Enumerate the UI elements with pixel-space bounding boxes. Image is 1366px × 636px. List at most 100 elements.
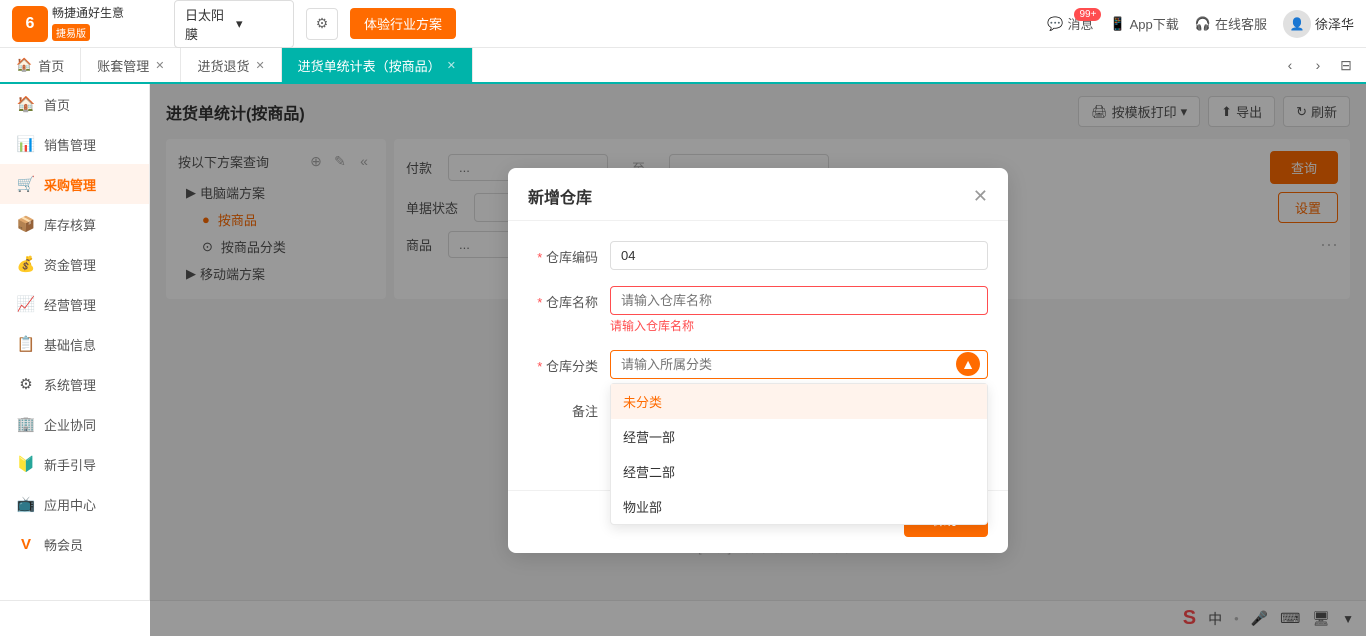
dropdown-arrow-icon: ▾ (236, 16, 283, 32)
sidebar-label-guide: 新手引导 (44, 455, 96, 474)
tab-prev-icon[interactable]: ‹ (1278, 53, 1302, 77)
tabbar: 🏠 首页 账套管理 ✕ 进货退货 ✕ 进货单统计表（按商品） ✕ ‹ › ⊟ (0, 48, 1366, 84)
sidebar-label-home: 首页 (44, 95, 70, 114)
settings-button[interactable]: ⚙ (306, 8, 338, 40)
trial-button[interactable]: 体验行业方案 (350, 8, 456, 39)
tab-next-icon[interactable]: › (1306, 53, 1330, 77)
name-error-message: 请输入仓库名称 (610, 317, 988, 334)
sidebar-label-operations: 经营管理 (44, 295, 96, 314)
sales-icon: 📊 (16, 134, 36, 154)
category-field: ▲ 未分类 经营一部 经营二部 物业部 (610, 350, 988, 379)
sidebar-label-apps: 应用中心 (44, 495, 96, 514)
brand-name: 畅捷通好生意 (52, 6, 124, 22)
topbar-right: 💬 消息 99+ 📱 App下载 🎧 在线客服 👤 徐泽华 (1047, 10, 1354, 38)
name-label: * 仓库名称 (528, 286, 598, 311)
sidebar-item-finance[interactable]: 💰 资金管理 (0, 244, 149, 284)
mobile-icon: 📱 (1109, 16, 1125, 32)
category-option-unclassified[interactable]: 未分类 (611, 384, 987, 419)
tab-purchase-stats-close-icon[interactable]: ✕ (447, 59, 456, 72)
category-dropdown: 未分类 经营一部 经营二部 物业部 (610, 383, 988, 525)
sidebar-item-guide[interactable]: 🔰 新手引导 (0, 444, 149, 484)
name-required-icon: * (537, 295, 542, 310)
purchase-return-tab-label: 进货退货 (197, 56, 249, 75)
category-toggle-icon[interactable]: ▲ (956, 352, 980, 376)
category-option-dept1[interactable]: 经营一部 (611, 419, 987, 454)
sidebar-item-enterprise[interactable]: 🏢 企业协同 (0, 404, 149, 444)
enterprise-icon: 🏢 (16, 414, 36, 434)
store-selector[interactable]: 日太阳膜 ▾ (174, 0, 294, 48)
sidebar-item-basic[interactable]: 📋 基础信息 (0, 324, 149, 364)
sidebar: 🏠 首页 📊 销售管理 🛒 采购管理 📦 库存核算 💰 资金管理 📈 经营管理 … (0, 84, 150, 636)
modal-overlay: 新增仓库 ✕ * 仓库编码 (150, 84, 1366, 636)
sidebar-item-purchase[interactable]: 🛒 采购管理 (0, 164, 149, 204)
sidebar-item-home[interactable]: 🏠 首页 (0, 84, 149, 124)
home-icon: 🏠 (16, 94, 36, 114)
tab-home[interactable]: 🏠 首页 (0, 48, 81, 83)
dialog-header: 新增仓库 ✕ (508, 168, 1008, 221)
tab-purchase-return-close-icon[interactable]: ✕ (255, 59, 264, 72)
sidebar-label-inventory: 库存核算 (44, 215, 96, 234)
sidebar-label-system: 系统管理 (44, 375, 96, 394)
dialog-close-icon[interactable]: ✕ (973, 187, 988, 205)
tab-purchase-stats[interactable]: 进货单统计表（按商品） ✕ (282, 48, 473, 83)
category-required-icon: * (537, 359, 542, 374)
apps-icon: 📺 (16, 494, 36, 514)
sidebar-label-sales: 销售管理 (44, 135, 96, 154)
online-service-button[interactable]: 🎧 在线客服 (1195, 14, 1267, 33)
store-name: 日太阳膜 (185, 5, 232, 43)
code-field (610, 241, 988, 270)
inventory-icon: 📦 (16, 214, 36, 234)
code-label: * 仓库编码 (528, 241, 598, 266)
finance-icon: 💰 (16, 254, 36, 274)
new-warehouse-dialog: 新增仓库 ✕ * 仓库编码 (508, 168, 1008, 553)
dialog-title: 新增仓库 (528, 184, 592, 208)
online-service-label: 在线客服 (1215, 14, 1267, 33)
basic-icon: 📋 (16, 334, 36, 354)
purchase-stats-tab-label: 进货单统计表（按商品） (298, 56, 441, 75)
code-required-icon: * (537, 250, 542, 265)
tab-menu-icon[interactable]: ⊟ (1334, 53, 1358, 77)
gear-icon: ⚙ (316, 15, 329, 32)
logo-icon: 6 (12, 6, 48, 42)
sidebar-label-purchase: 采购管理 (44, 175, 96, 194)
account-tab-label: 账套管理 (97, 56, 149, 75)
sidebar-label-enterprise: 企业协同 (44, 415, 96, 434)
sidebar-item-member[interactable]: V 畅会员 (0, 524, 149, 564)
warehouse-code-input[interactable] (610, 241, 988, 270)
app-download-button[interactable]: 📱 App下载 (1109, 14, 1178, 33)
warehouse-name-input[interactable] (610, 286, 988, 315)
sidebar-item-operations[interactable]: 📈 经营管理 (0, 284, 149, 324)
brand-badge: 捷易版 (52, 24, 90, 41)
sidebar-item-sales[interactable]: 📊 销售管理 (0, 124, 149, 164)
name-field: 请输入仓库名称 (610, 286, 988, 334)
note-label: 备注 (528, 395, 598, 420)
operations-icon: 📈 (16, 294, 36, 314)
member-icon: V (16, 534, 36, 554)
tabbar-actions: ‹ › ⊟ (1270, 53, 1366, 77)
warehouse-name-row: * 仓库名称 请输入仓库名称 (528, 286, 988, 334)
notification-button[interactable]: 💬 消息 99+ (1047, 14, 1093, 33)
topbar: 6 畅捷通好生意 捷易版 日太阳膜 ▾ ⚙ 体验行业方案 💬 消息 99+ 📱 … (0, 0, 1366, 48)
category-label: * 仓库分类 (528, 350, 598, 375)
notification-badge: 99+ (1074, 8, 1101, 21)
tab-purchase-return[interactable]: 进货退货 ✕ (181, 48, 281, 83)
tab-account-close-icon[interactable]: ✕ (155, 59, 164, 72)
main-layout: 🏠 首页 📊 销售管理 🛒 采购管理 📦 库存核算 💰 资金管理 📈 经营管理 … (0, 84, 1366, 636)
tab-account[interactable]: 账套管理 ✕ (81, 48, 181, 83)
category-option-dept2[interactable]: 经营二部 (611, 454, 987, 489)
guide-icon: 🔰 (16, 454, 36, 474)
sidebar-item-inventory[interactable]: 📦 库存核算 (0, 204, 149, 244)
sidebar-label-finance: 资金管理 (44, 255, 96, 274)
system-icon: ⚙ (16, 374, 36, 394)
sidebar-label-member: 畅会员 (44, 535, 83, 554)
logo-area: 6 畅捷通好生意 捷易版 (12, 6, 162, 42)
message-icon: 💬 (1047, 16, 1063, 32)
sidebar-item-system[interactable]: ⚙ 系统管理 (0, 364, 149, 404)
category-option-property[interactable]: 物业部 (611, 489, 987, 524)
sidebar-item-apps[interactable]: 📺 应用中心 (0, 484, 149, 524)
username: 徐泽华 (1315, 14, 1354, 33)
content-area: 进货单统计(按商品) 🖨 按模板打印 ▾ ⬆ 导出 ↻ 刷新 (150, 84, 1366, 636)
user-info[interactable]: 👤 徐泽华 (1283, 10, 1354, 38)
warehouse-category-input[interactable] (610, 350, 988, 379)
app-download-label: App下载 (1130, 14, 1179, 33)
